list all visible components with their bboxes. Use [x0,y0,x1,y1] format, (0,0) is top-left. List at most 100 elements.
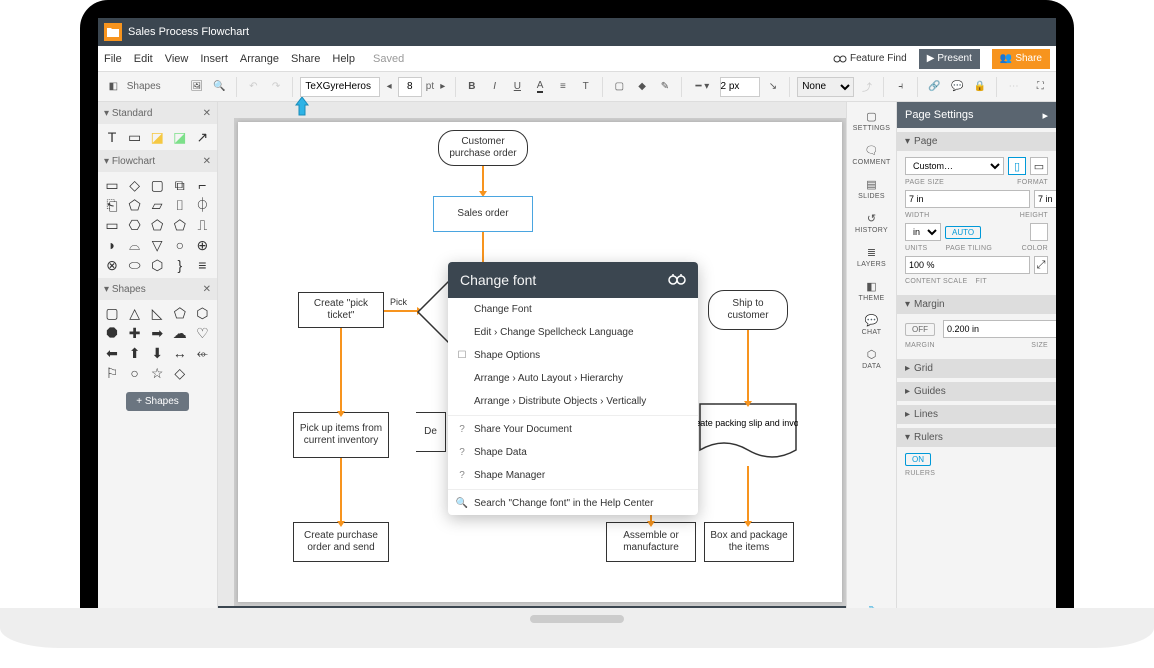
close-icon[interactable]: ✕ [203,284,211,295]
shape-tape[interactable]: ⎔ [125,216,145,234]
connector[interactable] [340,458,342,522]
close-icon[interactable]: ✕ [203,108,211,119]
shape-display[interactable]: ⬭ [125,256,145,274]
shape-card[interactable]: ⬠ [170,216,190,234]
align-obj-icon[interactable]: ⫞ [891,77,910,97]
font-size-input[interactable] [398,77,422,97]
color-swatch[interactable] [1030,223,1048,241]
shape-hexagon[interactable]: ⬡ [192,304,212,322]
stroke-width-select[interactable] [720,77,760,97]
font-select[interactable] [300,77,380,97]
shape-note-green[interactable]: ◪ [170,128,190,146]
shape-offpage[interactable]: ⬡ [147,256,167,274]
node-create-po[interactable]: Create purchase order and send [293,522,389,562]
group-shapes[interactable]: ▾ Shapes✕ [98,278,217,300]
shape-intstore[interactable]: ▭ [102,216,122,234]
shape-merge[interactable]: ▽ [147,236,167,254]
text-color-icon[interactable]: A [531,77,550,97]
canvas[interactable]: Customer purchase order Sales order Crea… [238,122,842,602]
units-select[interactable]: in [905,223,941,241]
section-margin[interactable]: ▾ Margin [897,295,1056,314]
section-lines[interactable]: ▸ Lines [897,405,1056,424]
shape-rtri[interactable]: ◺ [147,304,167,322]
shape-text[interactable]: T [102,128,122,146]
fullscreen-icon[interactable]: ⛶ [1031,77,1050,97]
section-page[interactable]: ▾ Page [897,132,1056,151]
node-box[interactable]: Box and package the items [704,522,794,562]
shape-summing[interactable]: ⊗ [102,256,122,274]
shape-rarrow[interactable]: ➡ [147,324,167,342]
group-flowchart[interactable]: ▾ Flowchart✕ [98,150,217,172]
shape-delay[interactable]: ◗ [102,236,122,254]
font-size-dec[interactable]: ◂ [384,77,393,97]
cmd-item[interactable]: Arrange › Auto Layout › Hierarchy [448,367,698,390]
shape-note[interactable]: ≡ [192,256,212,274]
link-icon[interactable]: 🔗 [925,77,944,97]
node-sales-order[interactable]: Sales order [433,196,533,232]
present-button[interactable]: ▶ Present [919,49,980,69]
section-guides[interactable]: ▸ Guides [897,382,1056,401]
collapse-icon[interactable]: ▸ [1042,109,1048,122]
node-create-pick[interactable]: Create "pick ticket" [298,292,384,328]
node-customer-order[interactable]: Customer purchase order [438,130,528,166]
width-input[interactable] [905,190,1030,208]
fill-icon[interactable]: ▢ [610,77,629,97]
margin-input[interactable] [943,320,1056,338]
shape-database[interactable]: ⌷ [170,196,190,214]
margin-off-chip[interactable]: OFF [905,323,935,336]
shape-callout[interactable]: ⬰ [192,344,212,362]
shape-decision[interactable]: ◇ [125,176,145,194]
shape-cross[interactable]: ✚ [125,324,145,342]
stroke-color-icon[interactable]: ◆ [633,77,652,97]
node-assemble[interactable]: Assemble or manufacture [606,522,696,562]
section-rulers[interactable]: ▾ Rulers [897,428,1056,447]
shape-note-yellow[interactable]: ◪ [147,128,167,146]
shape-triangle[interactable]: △ [125,304,145,322]
height-input[interactable] [1034,190,1056,208]
shape-octagon[interactable]: ⯃ [102,324,122,342]
auto-chip[interactable]: AUTO [945,226,981,239]
feature-find[interactable]: Feature Find [833,53,907,64]
section-grid[interactable]: ▸ Grid [897,359,1056,378]
redo-icon[interactable]: ↷ [267,77,286,97]
connector[interactable] [384,310,418,312]
group-standard[interactable]: ▾ Standard✕ [98,102,217,124]
dock-slides[interactable]: ▤SLIDES [858,178,885,200]
shape-multidoc[interactable]: ⎗ [102,196,122,214]
shape-manual-in[interactable]: ⬠ [147,216,167,234]
menu-arrange[interactable]: Arrange [240,53,279,65]
fit-icon[interactable]: ⤢ [1034,256,1048,274]
node-pickup[interactable]: Pick up items from current inventory [293,412,389,458]
cmd-item[interactable]: ☐Shape Options [448,344,698,367]
line-route-icon[interactable]: ⤴ [858,77,877,97]
dock-layers[interactable]: ≣LAYERS [857,246,886,268]
close-icon[interactable]: ✕ [203,156,211,167]
shape-arrow[interactable]: ↗ [192,128,212,146]
shapes-toggle-icon[interactable]: ◧ [104,77,123,97]
italic-icon[interactable]: I [485,77,504,97]
line-style-icon[interactable]: ━ ▾ [689,77,715,97]
paint-icon[interactable]: ✎ [656,77,675,97]
cmd-item[interactable]: Edit › Change Spellcheck Language [448,321,698,344]
comment-icon[interactable]: 💬 [948,77,967,97]
shape-paper[interactable]: ⎍ [192,216,212,234]
underline-icon[interactable]: U [508,77,527,97]
menu-share[interactable]: Share [291,53,320,65]
more-icon[interactable]: ⋯ [1004,77,1023,97]
cmd-item[interactable]: ?Shape Data [448,441,698,464]
dock-data[interactable]: ⬡DATA [862,348,881,370]
align-icon[interactable]: ≡ [554,77,573,97]
arrow-style-select[interactable]: None [797,77,853,97]
shape-square[interactable]: ▢ [102,304,122,322]
shape-darrow[interactable]: ⬇ [147,344,167,362]
connector[interactable] [340,328,342,412]
shape-data[interactable]: ▱ [147,196,167,214]
dock-chat[interactable]: 💬CHAT [862,314,882,336]
undo-icon[interactable]: ↶ [244,77,263,97]
cmd-item[interactable]: ?Share Your Document [448,418,698,441]
shape-uarrow[interactable]: ⬆ [125,344,145,362]
shape-stored[interactable]: ⌓ [125,236,145,254]
cmd-item[interactable]: ?Shape Manager [448,464,698,487]
node-create-packing[interactable]: Create packing slip and invoice [698,402,798,466]
shape-brace[interactable]: } [170,256,190,274]
